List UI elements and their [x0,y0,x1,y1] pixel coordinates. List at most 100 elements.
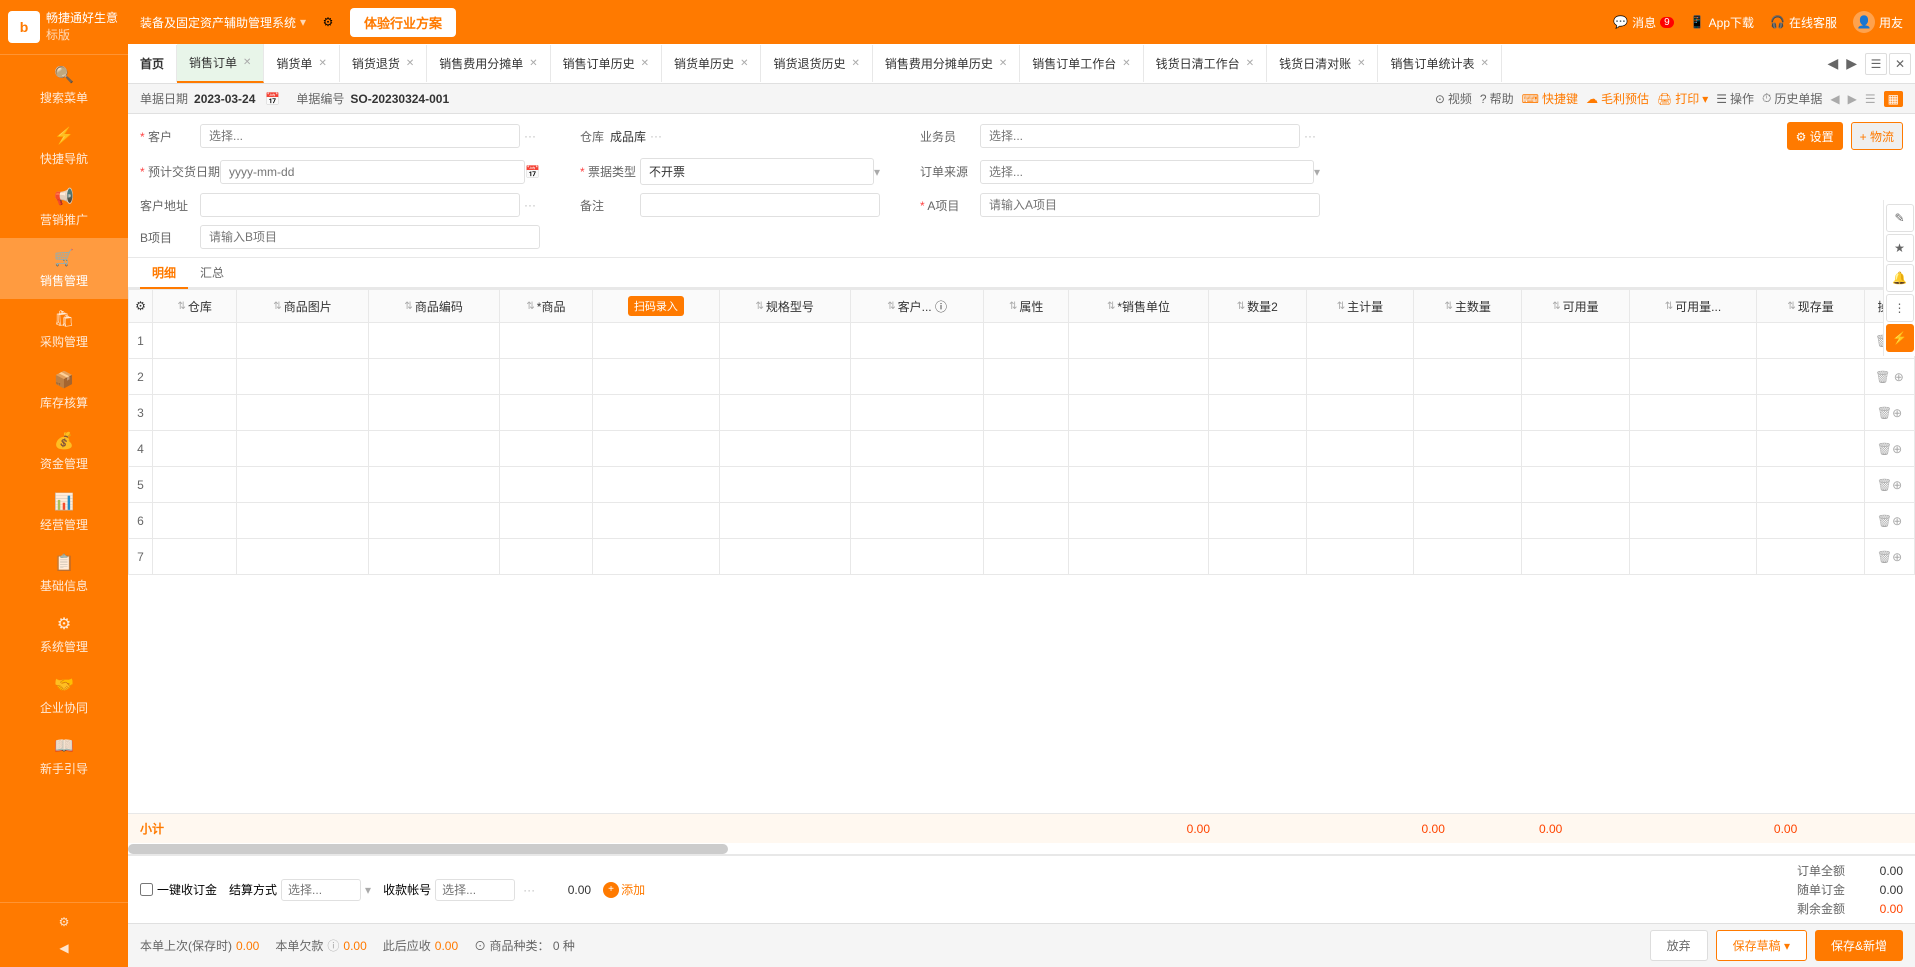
row-5-warehouse[interactable] [153,467,237,503]
row-1-product[interactable] [499,323,593,359]
row-3-attr[interactable] [984,395,1068,431]
row-6-custcode[interactable] [850,503,984,539]
tab-bill-history[interactable]: 销货单历史 ✕ [662,45,761,82]
row-2-code[interactable] [368,359,499,395]
row-3-qty2[interactable] [1209,395,1306,431]
sidebar-item-operations[interactable]: 📊 经营管理 [0,482,128,543]
detail-tab-summary[interactable]: 汇总 [188,258,236,287]
row-5-mainunit[interactable] [1306,467,1414,503]
row-2-copy-icon[interactable]: ⊕ [1894,370,1904,384]
row-3-copy-icon[interactable]: ⊕ [1892,406,1902,420]
th-warehouse[interactable]: ⇅ 仓库 [153,290,237,323]
row-7-unit[interactable] [1068,539,1208,575]
history-btn[interactable]: ⏱ 历史单据 [1762,90,1822,107]
row-3-mainunit[interactable] [1306,395,1414,431]
tab-sales-order[interactable]: 销售订单 ✕ [177,44,264,83]
user-menu-btn[interactable]: 👤 用友 [1853,11,1903,33]
tab-stats[interactable]: 销售订单统计表 ✕ [1378,45,1501,82]
detail-tab-items[interactable]: 明细 [140,258,188,289]
row-5-mainqty[interactable] [1414,467,1522,503]
sidebar-item-basic-info[interactable]: 📋 基础信息 [0,543,128,604]
invoice-dropdown-icon[interactable]: ▾ [874,165,880,179]
row-7-spec[interactable] [719,539,850,575]
sidebar-collapse-btn[interactable]: ◀ [55,937,72,959]
sidebar-item-enterprise[interactable]: 🤝 企业协同 [0,665,128,726]
th-main-unit[interactable]: ⇅ 主计量 [1306,290,1414,323]
delivery-calendar-icon[interactable]: 📅 [525,165,540,179]
th-stock[interactable]: ⇅ 现存量 [1757,290,1865,323]
row-4-product[interactable] [499,431,593,467]
row-5-attr[interactable] [984,467,1068,503]
sidebar-settings-btn[interactable]: ⚙ [55,911,74,933]
row-1-mainqty[interactable] [1414,323,1522,359]
row-4-attr[interactable] [984,431,1068,467]
row-5-copy-icon[interactable]: ⊕ [1892,478,1902,492]
row-1-mainunit[interactable] [1306,323,1414,359]
row-2-qty2[interactable] [1209,359,1306,395]
tab-close-bill-history[interactable]: ✕ [740,58,748,69]
tab-order-history[interactable]: 销售订单历史 ✕ [551,45,662,82]
row-6-code[interactable] [368,503,499,539]
th-customer-code[interactable]: ⇅ 客户... ⓘ [850,290,984,323]
row-3-code[interactable] [368,395,499,431]
row-5-product[interactable] [499,467,593,503]
row-4-code[interactable] [368,431,499,467]
a-project-input[interactable] [980,193,1320,217]
discard-btn[interactable]: 放弃 [1650,930,1708,961]
row-1-image[interactable] [237,323,368,359]
sidebar-item-inventory[interactable]: 📦 库存核算 [0,360,128,421]
row-2-attr[interactable] [984,359,1068,395]
tab-close-order-workbench[interactable]: ✕ [1122,58,1130,69]
row-6-mainunit[interactable] [1306,503,1414,539]
row-6-unit[interactable] [1068,503,1208,539]
tab-close-sales-return[interactable]: ✕ [406,58,414,69]
address-input[interactable] [200,193,520,217]
right-action-5[interactable]: ⚡ [1886,324,1914,352]
row-4-unit[interactable] [1068,431,1208,467]
row-4-qty2[interactable] [1209,431,1306,467]
profit-preview-btn[interactable]: ☁ 毛利预估 [1586,90,1649,107]
row-3-custcode[interactable] [850,395,984,431]
row-4-copy-icon[interactable]: ⊕ [1892,442,1902,456]
row-2-image[interactable] [237,359,368,395]
tab-expense-history[interactable]: 销售费用分摊单历史 ✕ [873,45,1020,82]
row-4-image[interactable] [237,431,368,467]
row-3-delete-icon[interactable]: 🗑 [1877,406,1892,420]
row-7-custcode[interactable] [850,539,984,575]
row-1-qty2[interactable] [1209,323,1306,359]
right-action-1[interactable]: ✎ [1886,204,1914,232]
shortcuts-btn[interactable]: ⌨ 快捷键 [1522,90,1578,107]
tab-home[interactable]: 首页 [128,45,177,82]
row-5-custcode[interactable] [850,467,984,503]
view-video-btn[interactable]: ⊙ 视频 [1435,90,1472,107]
row-4-mainunit[interactable] [1306,431,1414,467]
staff-dots[interactable]: ··· [1300,129,1320,143]
row-6-delete-icon[interactable]: 🗑 [1877,514,1892,528]
tab-cash-reconcile[interactable]: 钱货日清对账 ✕ [1267,45,1378,82]
tab-next-btn[interactable]: ▶ [1842,53,1861,74]
sidebar-item-marketing[interactable]: 📢 营销推广 [0,177,128,238]
th-spec[interactable]: ⇅ 规格型号 [719,290,850,323]
sidebar-item-system[interactable]: ⚙ 系统管理 [0,604,128,665]
row-1-code[interactable] [368,323,499,359]
order-source-input[interactable] [980,160,1314,184]
order-source-dropdown-icon[interactable]: ▾ [1314,165,1320,179]
tab-order-workbench[interactable]: 销售订单工作台 ✕ [1020,45,1143,82]
delivery-input[interactable] [220,160,525,184]
th-available[interactable]: ⇅ 可用量 [1522,290,1630,323]
row-7-code[interactable] [368,539,499,575]
sidebar-item-purchase[interactable]: 🛍 采购管理 [0,299,128,360]
scan-input-btn[interactable]: 扫码录入 [628,296,684,316]
row-5-qty2[interactable] [1209,467,1306,503]
sidebar-item-finance[interactable]: 💰 资金管理 [0,421,128,482]
row-6-attr[interactable] [984,503,1068,539]
sidebar-item-guide[interactable]: 📖 新手引导 [0,726,128,787]
row-2-spec[interactable] [719,359,850,395]
tab-expense-split[interactable]: 销售费用分摊单 ✕ [427,45,550,82]
th-attribute[interactable]: ⇅ 属性 [984,290,1068,323]
row-3-product[interactable] [499,395,593,431]
b-project-input[interactable] [200,225,540,249]
th-settings[interactable]: ⚙ [129,290,153,323]
tab-close-cash-reconcile[interactable]: ✕ [1357,58,1365,69]
right-action-4[interactable]: ⋮ [1886,294,1914,322]
